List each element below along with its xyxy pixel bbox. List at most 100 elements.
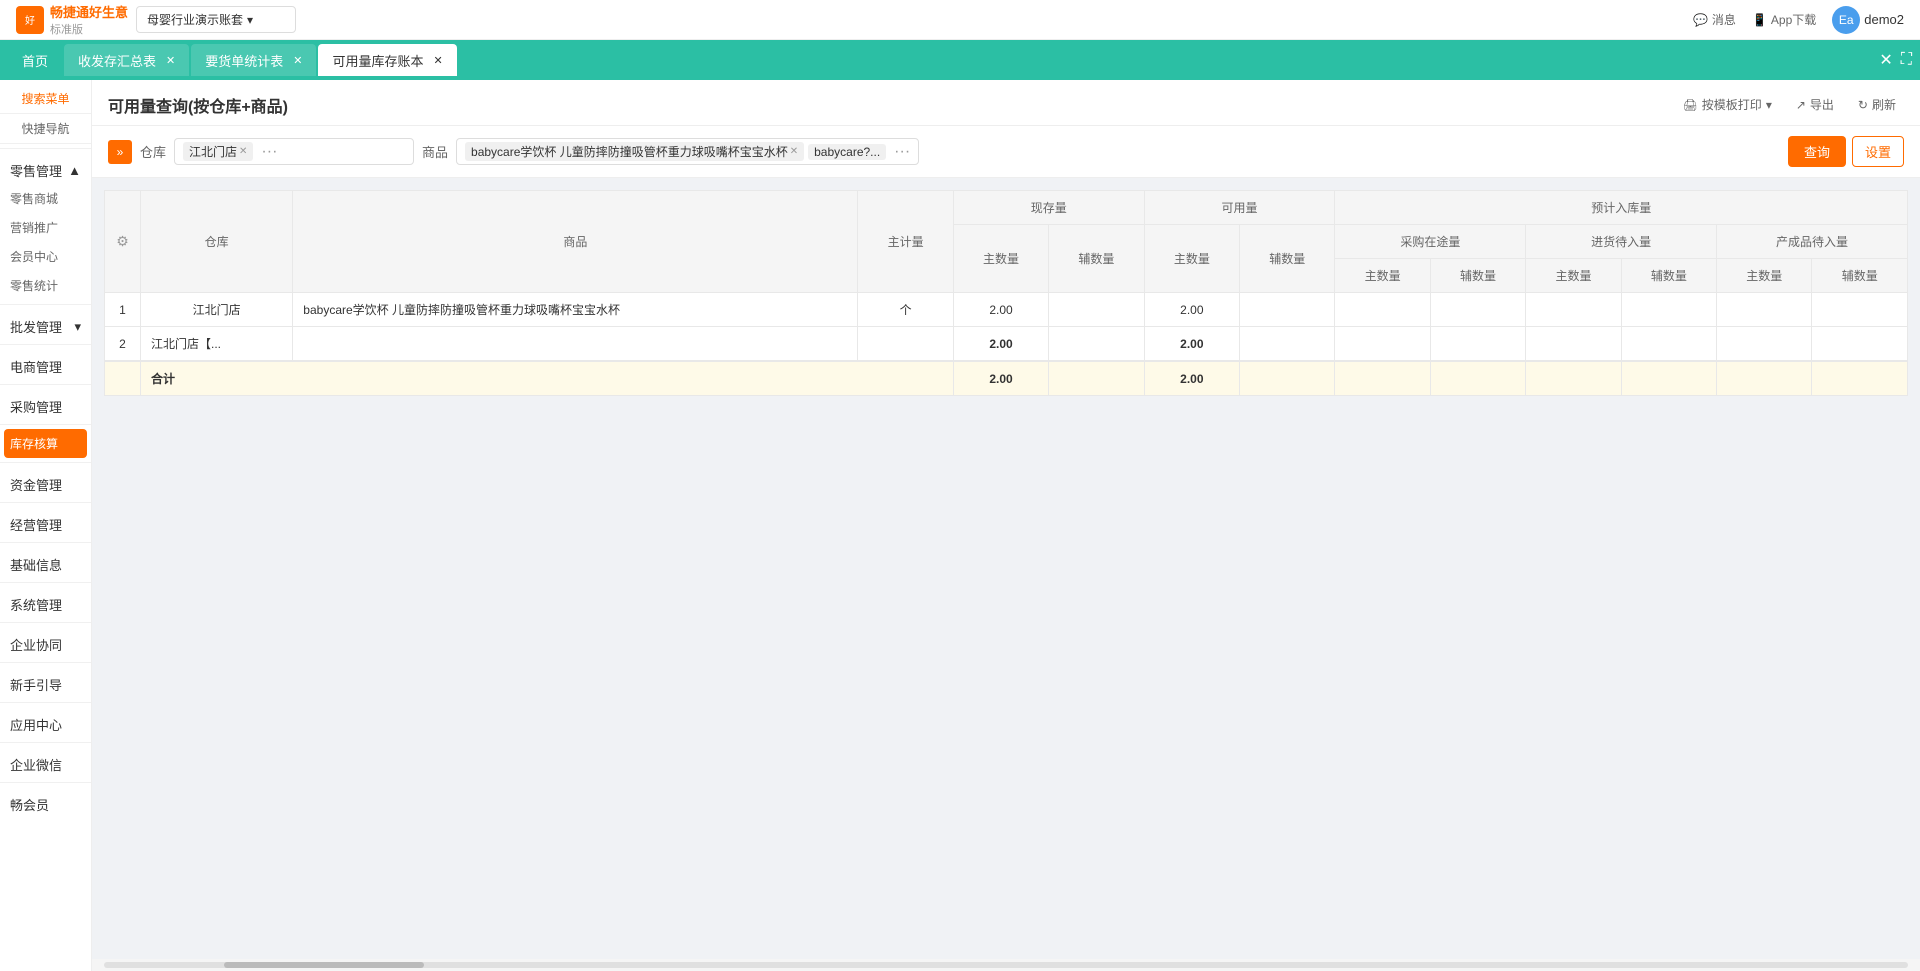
row2-incoming-main bbox=[1526, 327, 1621, 362]
row2-stock-aux bbox=[1049, 327, 1144, 362]
filter-expand-btn[interactable]: » bbox=[108, 140, 132, 164]
gear-icon[interactable]: ⚙ bbox=[116, 233, 129, 249]
app-download-label: App下载 bbox=[1771, 11, 1816, 28]
tab-order-stats-close[interactable]: ✕ bbox=[293, 54, 302, 67]
logo-text: 畅捷通好生意 bbox=[50, 2, 128, 21]
th-stock-main: 主数量 bbox=[953, 225, 1048, 293]
filter-bar: » 仓库 江北门店 ✕ ··· 商品 babycare学饮杯 儿童防摔防撞吸管杯… bbox=[92, 126, 1920, 178]
tab-receivable-close[interactable]: ✕ bbox=[166, 54, 175, 67]
sidebar-divider-7 bbox=[0, 502, 91, 503]
sidebar-section-wechat[interactable]: 企业微信 bbox=[0, 747, 91, 778]
sidebar-section-enterprise[interactable]: 企业协同 bbox=[0, 627, 91, 658]
th-warehouse: 仓库 bbox=[141, 191, 293, 293]
settings-btn[interactable]: 设置 bbox=[1852, 136, 1904, 167]
tab-order-stats[interactable]: 要货单统计表 ✕ bbox=[191, 44, 316, 76]
sidebar-item-members[interactable]: 会员中心 bbox=[0, 242, 91, 271]
row2-warehouse: 江北门店【... bbox=[141, 327, 293, 362]
sidebar-section-wholesale[interactable]: 批发管理 ▾ bbox=[0, 309, 91, 340]
sidebar-divider-8 bbox=[0, 542, 91, 543]
th-purchase-main: 主数量 bbox=[1335, 259, 1430, 293]
th-unit: 主计量 bbox=[858, 191, 953, 293]
refresh-btn[interactable]: ↻ 刷新 bbox=[1850, 92, 1904, 117]
th-purchase-transit: 采购在途量 bbox=[1335, 225, 1526, 259]
tab-receivable[interactable]: 收发存汇总表 ✕ bbox=[64, 44, 189, 76]
footer-incoming-main bbox=[1526, 361, 1621, 396]
sidebar-divider-3 bbox=[0, 344, 91, 345]
fullscreen-btn[interactable]: ⛶ bbox=[1901, 51, 1912, 69]
warehouse-input[interactable]: 江北门店 ✕ ··· bbox=[174, 138, 414, 165]
sidebar-item-retail-mall[interactable]: 零售商城 bbox=[0, 184, 91, 213]
th-product-main: 主数量 bbox=[1717, 259, 1812, 293]
logo-sub: 标准版 bbox=[50, 21, 128, 37]
sidebar-purchase-label: 采购管理 bbox=[10, 397, 62, 416]
tab-home[interactable]: 首页 bbox=[8, 44, 62, 76]
sidebar-section-finance[interactable]: 资金管理 bbox=[0, 467, 91, 498]
footer-avail-main: 2.00 bbox=[1144, 361, 1239, 396]
app-icon: 📱 bbox=[1752, 13, 1767, 27]
sidebar-divider-13 bbox=[0, 742, 91, 743]
row2-stock-main: 2.00 bbox=[953, 327, 1048, 362]
sidebar-section-appstore[interactable]: 应用中心 bbox=[0, 707, 91, 738]
th-product-pending: 产成品待入量 bbox=[1717, 225, 1908, 259]
tab-available[interactable]: 可用量库存账本 ✕ bbox=[318, 44, 456, 76]
product-input[interactable]: babycare学饮杯 儿童防摔防撞吸管杯重力球吸嘴杯宝宝水杯 ✕ babyca… bbox=[456, 138, 919, 165]
sidebar-system-label: 系统管理 bbox=[10, 595, 62, 614]
sidebar-divider-10 bbox=[0, 622, 91, 623]
sidebar-section-member[interactable]: 畅会员 bbox=[0, 787, 91, 818]
sidebar-section-operations[interactable]: 经营管理 bbox=[0, 507, 91, 538]
top-bar-left: 好 畅捷通好生意 标准版 母婴行业演示账套 ▾ bbox=[16, 2, 296, 37]
row1-product-aux bbox=[1812, 293, 1908, 327]
product-tag-1-close[interactable]: ✕ bbox=[790, 146, 798, 157]
close-all-btn[interactable]: ✕ bbox=[1879, 50, 1892, 70]
top-bar: 好 畅捷通好生意 标准版 母婴行业演示账套 ▾ 💬 消息 📱 App下载 Ea … bbox=[0, 0, 1920, 40]
logo-icon: 好 bbox=[16, 6, 44, 34]
th-stock-aux: 辅数量 bbox=[1049, 225, 1144, 293]
messages-btn[interactable]: 💬 消息 bbox=[1693, 11, 1736, 28]
sidebar-retail-arrow: ▲ bbox=[68, 163, 81, 178]
row2-unit bbox=[858, 327, 953, 362]
th-purchase-aux: 辅数量 bbox=[1430, 259, 1525, 293]
export-btn[interactable]: ↗ 导出 bbox=[1788, 92, 1842, 117]
company-selector[interactable]: 母婴行业演示账套 ▾ bbox=[136, 6, 296, 33]
sidebar-wholesale-arrow: ▾ bbox=[74, 319, 81, 335]
tab-bar: 首页 收发存汇总表 ✕ 要货单统计表 ✕ 可用量库存账本 ✕ ✕ ⛶ bbox=[0, 40, 1920, 80]
row2-purchase-aux bbox=[1430, 327, 1525, 362]
sidebar-section-newbie[interactable]: 新手引导 bbox=[0, 667, 91, 698]
print-btn[interactable]: 🖨 按模板打印 ▾ bbox=[1675, 92, 1780, 117]
row1-avail-aux bbox=[1240, 293, 1335, 327]
row2-avail-main: 2.00 bbox=[1144, 327, 1239, 362]
scroll-thumb[interactable] bbox=[224, 962, 424, 968]
messages-label: 消息 bbox=[1712, 11, 1736, 28]
query-btn[interactable]: 查询 bbox=[1788, 136, 1846, 167]
th-incoming: 进货待入量 bbox=[1526, 225, 1717, 259]
logo-area: 好 畅捷通好生意 标准版 bbox=[16, 2, 128, 37]
sidebar-divider-4 bbox=[0, 384, 91, 385]
sidebar-search[interactable]: 搜索菜单 bbox=[0, 80, 91, 114]
tab-available-close[interactable]: ✕ bbox=[434, 54, 443, 67]
avatar: Ea bbox=[1832, 6, 1860, 34]
sidebar-section-ecommerce[interactable]: 电商管理 bbox=[0, 349, 91, 380]
scroll-track[interactable] bbox=[104, 962, 1908, 968]
row1-incoming-main bbox=[1526, 293, 1621, 327]
sidebar-section-retail[interactable]: 零售管理 ▲ bbox=[0, 153, 91, 184]
print-label: 按模板打印 bbox=[1702, 96, 1762, 113]
sidebar-section-purchase[interactable]: 采购管理 bbox=[0, 389, 91, 420]
app-download-btn[interactable]: 📱 App下载 bbox=[1752, 11, 1816, 28]
sidebar-divider-12 bbox=[0, 702, 91, 703]
sidebar-section-system[interactable]: 系统管理 bbox=[0, 587, 91, 618]
sidebar-quick-nav[interactable]: 快捷导航 bbox=[0, 114, 91, 144]
user-profile[interactable]: Ea demo2 bbox=[1832, 6, 1904, 34]
sidebar-divider-9 bbox=[0, 582, 91, 583]
sidebar-operations-label: 经营管理 bbox=[10, 515, 62, 534]
sidebar-item-retail-stats[interactable]: 零售统计 bbox=[0, 271, 91, 300]
sidebar-item-marketing[interactable]: 营销推广 bbox=[0, 213, 91, 242]
sidebar: 搜索菜单 快捷导航 零售管理 ▲ 零售商城 营销推广 会员中心 零售统计 批发管… bbox=[0, 80, 92, 971]
product-tag-1: babycare学饮杯 儿童防摔防撞吸管杯重力球吸嘴杯宝宝水杯 ✕ bbox=[465, 142, 804, 161]
sidebar-divider-1 bbox=[0, 148, 91, 149]
th-settings: ⚙ bbox=[105, 191, 141, 293]
warehouse-tag-close[interactable]: ✕ bbox=[239, 146, 247, 157]
sidebar-wechat-label: 企业微信 bbox=[10, 755, 62, 774]
sidebar-section-basics[interactable]: 基础信息 bbox=[0, 547, 91, 578]
sidebar-item-inventory[interactable]: 库存核算 bbox=[4, 429, 87, 458]
sidebar-divider-5 bbox=[0, 424, 91, 425]
